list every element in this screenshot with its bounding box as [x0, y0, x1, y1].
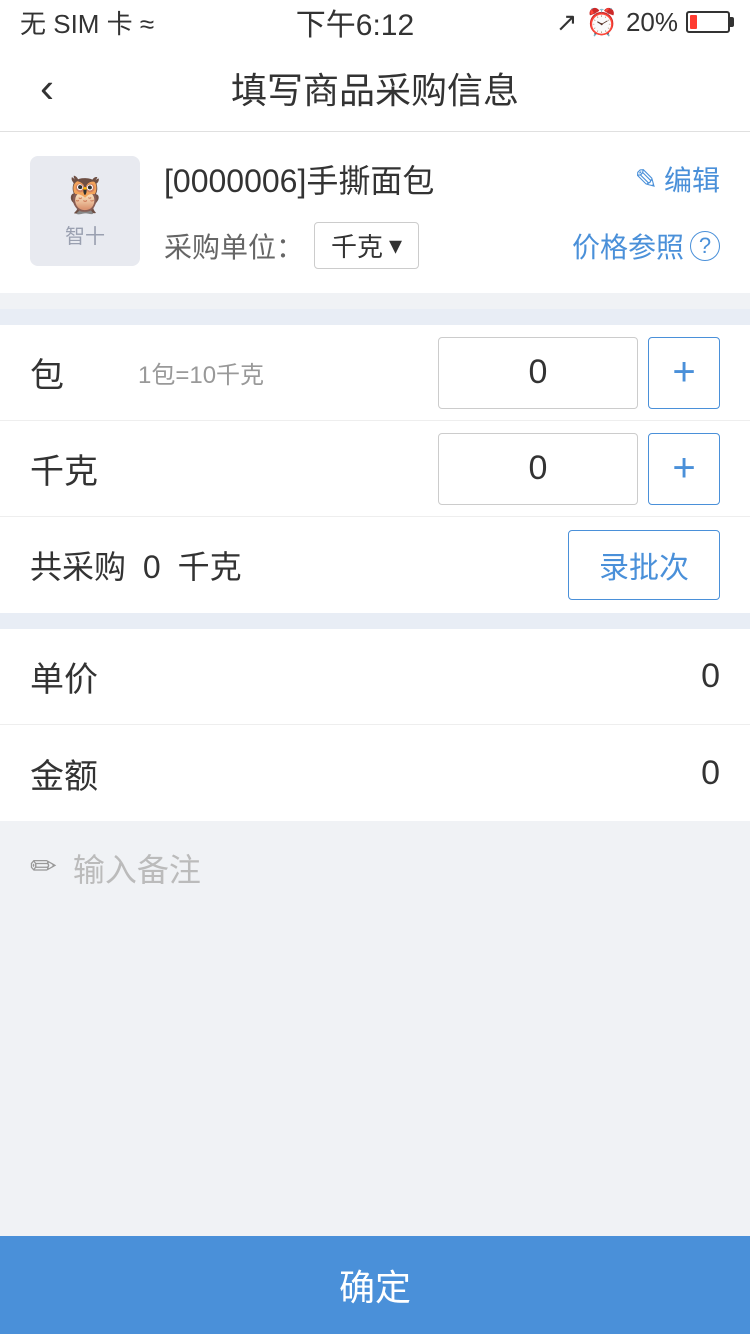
confirm-label: 确定 — [339, 1259, 411, 1311]
battery-percent: 20% — [626, 7, 678, 38]
location-icon: ↗ — [556, 7, 578, 38]
summary-unit: 千克 — [178, 549, 242, 585]
kg-input-row: 千克 + — [0, 421, 750, 517]
bag-section: 包 1包=10千克 + 千克 + — [0, 325, 750, 517]
bag-plus-button[interactable]: + — [648, 337, 720, 409]
product-name: [0000006]手撕面包 — [164, 156, 434, 202]
chevron-down-icon: ▾ — [389, 230, 402, 261]
amount-row: 金额 0 — [0, 725, 750, 821]
unit-label: 采购单位： — [164, 226, 304, 266]
kg-input-wrap: + — [438, 433, 720, 505]
edit-button[interactable]: ✎ 编辑 — [635, 159, 720, 199]
status-bar: 无 SIM 卡 ≈ 下午6:12 ↗ ⏰ 20% — [0, 0, 750, 44]
bag-input-wrap: + — [438, 337, 720, 409]
bag-input[interactable] — [438, 337, 638, 409]
bag-sub-label: 1包=10千克 — [138, 355, 438, 390]
price-ref-button[interactable]: 价格参照 ? — [572, 226, 720, 266]
page-title: 填写商品采购信息 — [231, 62, 519, 114]
divider-1 — [0, 309, 750, 325]
bag-input-row: 包 1包=10千克 + — [0, 325, 750, 421]
product-info: [0000006]手撕面包 ✎ 编辑 采购单位： 千克 ▾ 价格参照 ? — [164, 156, 720, 269]
edit-label: 编辑 — [664, 159, 720, 199]
kg-input[interactable] — [438, 433, 638, 505]
product-image: 🦉 智十 — [30, 156, 140, 266]
product-logo-icon: 🦉 — [63, 174, 108, 216]
back-button[interactable]: ‹ — [30, 54, 64, 122]
status-time: 下午6:12 — [296, 0, 414, 44]
unit-value: 千克 — [331, 227, 383, 264]
help-icon: ? — [690, 231, 720, 261]
price-section: 单价 0 金额 0 — [0, 629, 750, 821]
amount-value: 0 — [701, 754, 720, 793]
product-card: 🦉 智十 [0000006]手撕面包 ✎ 编辑 采购单位： 千克 ▾ 价格参照 … — [0, 132, 750, 293]
price-ref-label: 价格参照 — [572, 226, 684, 266]
spacer — [0, 941, 750, 1261]
summary-prefix: 共采购 — [30, 549, 126, 585]
plus-icon-2: + — [672, 446, 695, 491]
bag-label: 包 — [30, 348, 130, 397]
summary-text: 共采购 0 千克 — [30, 542, 568, 588]
record-batch-button[interactable]: 录批次 — [568, 530, 720, 600]
summary-amount: 0 — [143, 549, 161, 585]
divider-2 — [0, 613, 750, 629]
product-unit-row: 采购单位： 千克 ▾ 价格参照 ? — [164, 222, 720, 269]
confirm-button[interactable]: 确定 — [0, 1236, 750, 1334]
status-left: 无 SIM 卡 ≈ — [20, 4, 154, 41]
amount-label: 金额 — [30, 749, 701, 798]
kg-label: 千克 — [30, 444, 130, 493]
note-input[interactable]: 输入备注 — [73, 845, 201, 891]
note-section: ✏ 输入备注 — [0, 821, 750, 941]
unit-select[interactable]: 千克 ▾ — [314, 222, 419, 269]
alarm-icon: ⏰ — [586, 7, 618, 38]
product-name-row: [0000006]手撕面包 ✎ 编辑 — [164, 156, 720, 202]
unit-price-label: 单价 — [30, 652, 701, 701]
unit-price-row: 单价 0 — [0, 629, 750, 725]
sim-status: 无 SIM 卡 ≈ — [20, 4, 154, 41]
pencil-icon: ✏ — [30, 847, 57, 885]
battery-icon — [686, 11, 730, 33]
summary-row: 共采购 0 千克 录批次 — [0, 517, 750, 613]
product-image-text: 智十 — [65, 220, 105, 249]
plus-icon: + — [672, 350, 695, 395]
status-right: ↗ ⏰ 20% — [556, 7, 730, 38]
kg-plus-button[interactable]: + — [648, 433, 720, 505]
nav-bar: ‹ 填写商品采购信息 — [0, 44, 750, 132]
edit-icon: ✎ — [635, 163, 658, 196]
unit-price-value: 0 — [701, 657, 720, 696]
